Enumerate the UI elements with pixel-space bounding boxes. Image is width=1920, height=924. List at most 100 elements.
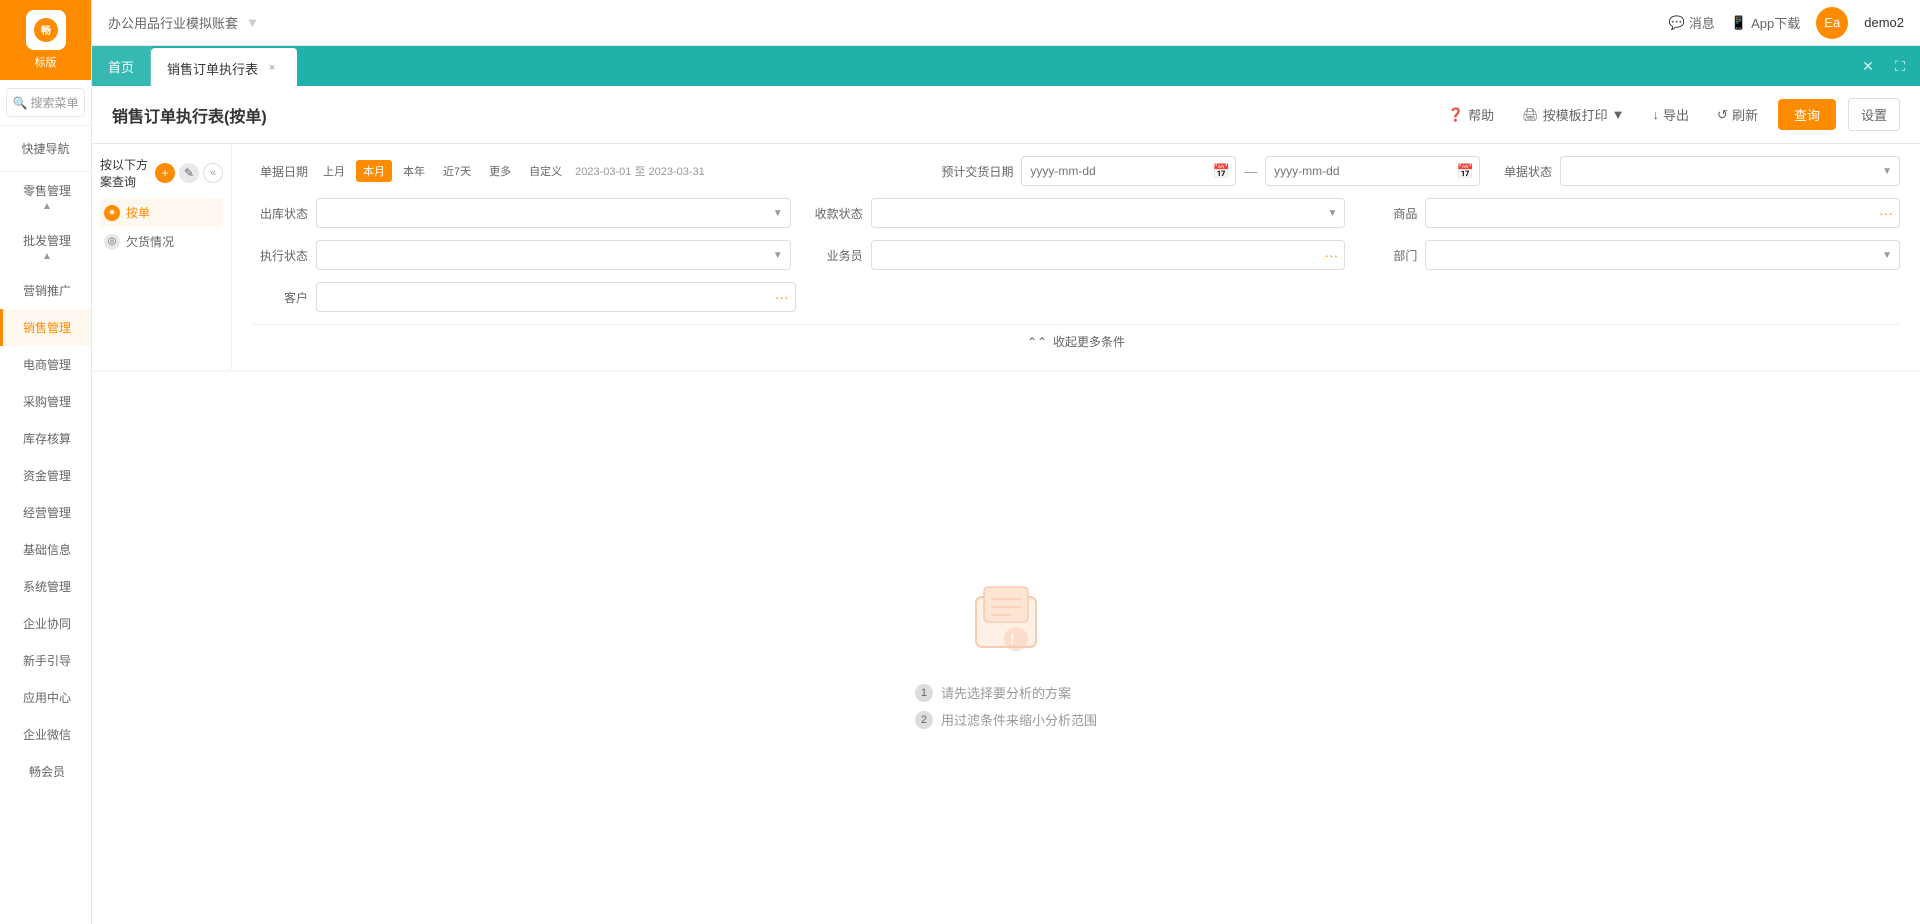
tabbar-actions: ✕ ⛶ <box>1856 54 1920 78</box>
template-print-button[interactable]: 🖨 按模板打印 ▼ <box>1514 101 1632 128</box>
field-salesperson: 业务员 ··· <box>807 240 1346 270</box>
scheme-by-order[interactable]: ● 按单 <box>100 198 223 227</box>
sidebar-item-operations-label: 经营管理 <box>23 504 71 521</box>
sidebar-item-basic[interactable]: 基础信息 <box>0 531 91 568</box>
step-2-num: 2 <box>915 711 933 729</box>
message-label: 消息 <box>1689 13 1715 32</box>
sidebar-item-newbie[interactable]: 新手引导 <box>0 642 91 679</box>
sidebar-item-member-label: 畅会员 <box>29 763 65 780</box>
step-1-text: 请先选择要分析的方案 <box>941 683 1071 702</box>
salesperson-input[interactable] <box>872 248 1319 262</box>
salesperson-dots-button[interactable]: ··· <box>1318 247 1344 263</box>
expected-date-to-input[interactable] <box>1265 156 1480 186</box>
filter-main: 单据日期 上月 本月 本年 近7天 更多 自定义 20 <box>232 144 1920 370</box>
edit-scheme-button[interactable]: ✎ <box>179 163 199 183</box>
sidebar-item-enterprise[interactable]: 企业协同 <box>0 605 91 642</box>
logo[interactable]: 畅 标版 <box>0 0 91 80</box>
field-dept: 部门 ▼ <box>1361 240 1900 270</box>
collapse-sidebar-button[interactable]: « <box>203 163 223 183</box>
sidebar-item-purchase[interactable]: 采购管理 <box>0 383 91 420</box>
refresh-button[interactable]: ↺ 刷新 <box>1709 101 1766 128</box>
tab-sales-exec[interactable]: 销售订单执行表 × <box>151 48 297 88</box>
customer-dots-button[interactable]: ··· <box>769 289 795 305</box>
breadcrumb-text[interactable]: 办公用品行业模拟账套 <box>108 13 238 32</box>
retail-arrow: ▲ <box>42 201 52 212</box>
settings-button[interactable]: 设置 <box>1848 98 1900 131</box>
add-scheme-button[interactable]: + <box>155 163 175 183</box>
shipment-status-input[interactable] <box>316 198 791 228</box>
message-button[interactable]: 💬 消息 <box>1669 13 1715 32</box>
sidebar-item-sales[interactable]: 销售管理 <box>0 309 91 346</box>
tab-close-button[interactable]: × <box>264 60 280 76</box>
edit-icon: ✎ <box>184 166 194 180</box>
query-button[interactable]: 查询 <box>1778 99 1836 130</box>
date-tab-custom[interactable]: 自定义 <box>522 160 569 182</box>
filter-scheme-label: 按以下方案查询 <box>100 156 155 190</box>
date-tab-last7[interactable]: 近7天 <box>436 160 478 182</box>
calendar-to-icon[interactable]: 📅 <box>1457 163 1474 180</box>
add-icon: + <box>161 166 168 180</box>
tab-maximize-button[interactable]: ⛶ <box>1888 54 1912 78</box>
sidebar-item-marketing[interactable]: 营销推广 <box>0 272 91 309</box>
tab-sales-exec-label: 销售订单执行表 <box>167 59 258 78</box>
empty-step-1: 1 请先选择要分析的方案 <box>915 683 1097 702</box>
date-tab-more[interactable]: 更多 <box>482 160 518 182</box>
sidebar-item-wechat[interactable]: 企业微信 <box>0 716 91 753</box>
page-header: 销售订单执行表(按单) ❓ 帮助 🖨 按模板打印 ▼ ↓ 导出 ↺ 刷新 <box>92 86 1920 144</box>
scheme-debt-icon: ◎ <box>104 234 120 250</box>
payment-status-input[interactable] <box>871 198 1346 228</box>
sidebar-item-member[interactable]: 畅会员 <box>0 753 91 790</box>
date-range-hint: 2023-03-01 至 2023-03-31 <box>575 163 705 179</box>
sidebar-item-inventory[interactable]: 库存核算 <box>0 420 91 457</box>
sidebar-item-operations[interactable]: 经营管理 <box>0 494 91 531</box>
sidebar-item-ecommerce[interactable]: 电商管理 <box>0 346 91 383</box>
export-label: 导出 <box>1663 105 1689 124</box>
doc-status-input[interactable] <box>1560 156 1900 186</box>
customer-input[interactable] <box>317 290 769 304</box>
page-header-actions: ❓ 帮助 🖨 按模板打印 ▼ ↓ 导出 ↺ 刷新 查询 设置 <box>1440 98 1900 131</box>
user-avatar[interactable]: Ea <box>1816 7 1848 39</box>
help-label: 帮助 <box>1468 105 1494 124</box>
print-icon: 🖨 <box>1522 107 1539 123</box>
field-payment-status: 收款状态 ▼ <box>807 198 1346 228</box>
filter-row-4: 客户 ··· <box>252 282 1900 312</box>
date-tab-this-year[interactable]: 本年 <box>396 160 432 182</box>
print-arrow: ▼ <box>1612 107 1625 122</box>
goods-input[interactable] <box>1426 206 1873 220</box>
field-doc-status: 单据状态 ▼ <box>1496 156 1900 186</box>
sidebar-item-retail[interactable]: 零售管理 ▲ <box>0 172 91 222</box>
tab-close-all-button[interactable]: ✕ <box>1856 54 1880 78</box>
brand-label: 标版 <box>35 54 57 70</box>
export-button[interactable]: ↓ 导出 <box>1645 101 1698 128</box>
tab-home[interactable]: 首页 <box>92 46 151 86</box>
sidebar-item-newbie-label: 新手引导 <box>23 652 71 669</box>
app-download-button[interactable]: 📱 App下载 <box>1731 13 1800 32</box>
exec-status-input[interactable] <box>316 240 791 270</box>
quick-nav-item[interactable]: 快捷导航 <box>0 132 91 165</box>
sidebar-item-wholesale[interactable]: 批发管理 ▲ <box>0 222 91 272</box>
scheme-order-label: 按单 <box>126 204 150 221</box>
field-exec-status: 执行状态 ▼ <box>252 240 791 270</box>
sidebar-item-wechat-label: 企业微信 <box>23 726 71 743</box>
filter-row-1: 单据日期 上月 本月 本年 近7天 更多 自定义 20 <box>252 156 1900 186</box>
dept-input[interactable] <box>1425 240 1900 270</box>
field-customer: 客户 ··· <box>252 282 796 312</box>
goods-dots-button[interactable]: ··· <box>1873 205 1899 221</box>
expected-date-to-wrap: 📅 <box>1265 156 1480 186</box>
calendar-from-icon[interactable]: 📅 <box>1213 163 1230 180</box>
sidebar-item-finance[interactable]: 资金管理 <box>0 457 91 494</box>
sidebar-item-system[interactable]: 系统管理 <box>0 568 91 605</box>
filter-sidebar-btns: + ✎ « <box>155 163 223 183</box>
collapse-filters-button[interactable]: ⌃⌃ 收起更多条件 <box>252 324 1900 358</box>
date-tab-this-month[interactable]: 本月 <box>356 160 392 182</box>
expected-date-from-input[interactable] <box>1021 156 1236 186</box>
field-goods: 商品 ··· <box>1361 198 1900 228</box>
sidebar-item-apps[interactable]: 应用中心 <box>0 679 91 716</box>
collapse-icon: « <box>210 167 216 179</box>
filter-panel: 按以下方案查询 + ✎ « <box>92 144 1920 370</box>
sidebar-menu: 零售管理 ▲ 批发管理 ▲ 营销推广 销售管理 电商管理 采购管理 库存核算 资… <box>0 172 91 790</box>
scheme-debt[interactable]: ◎ 欠货情况 <box>100 227 223 256</box>
date-tab-last-month[interactable]: 上月 <box>316 160 352 182</box>
help-button[interactable]: ❓ 帮助 <box>1440 101 1502 128</box>
search-menu-button[interactable]: 🔍 搜索菜单 <box>6 88 85 117</box>
